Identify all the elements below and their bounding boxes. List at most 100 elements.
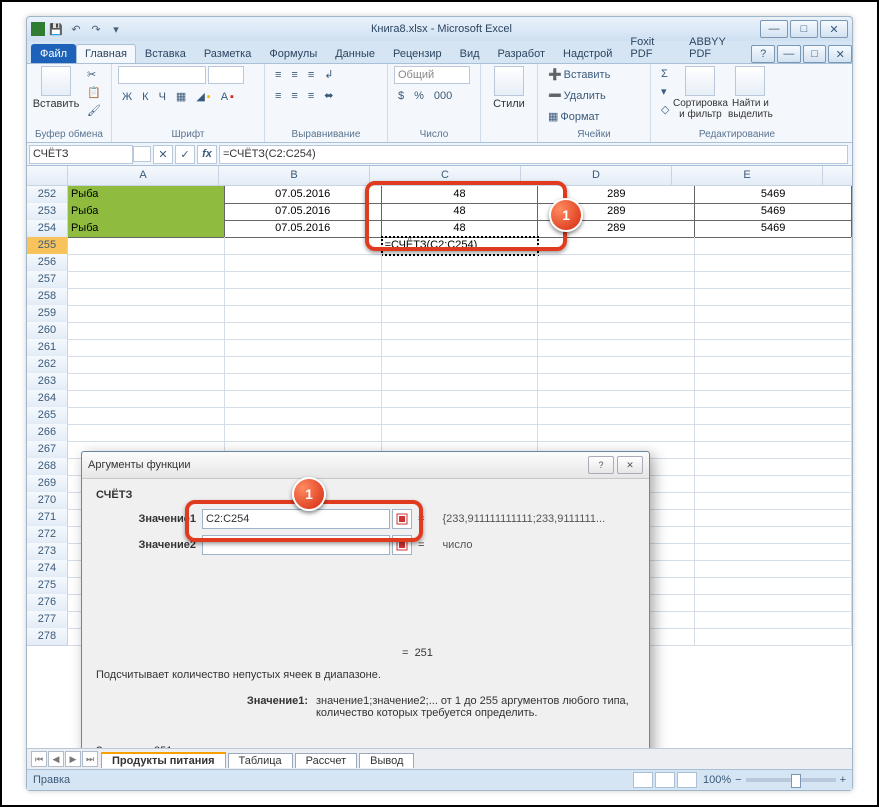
cancel-formula[interactable]: ✕ <box>153 145 173 164</box>
cell[interactable] <box>68 237 225 255</box>
tab-file[interactable]: Файл <box>31 44 76 63</box>
cell[interactable] <box>68 407 225 425</box>
cell[interactable] <box>695 271 852 289</box>
dialog-titlebar[interactable]: Аргументы функции ? ✕ <box>82 452 649 479</box>
fill-button[interactable]: ▾ <box>657 83 671 100</box>
row-header[interactable]: 271 <box>27 509 68 527</box>
underline-button[interactable]: Ч <box>155 89 170 105</box>
cell[interactable] <box>695 594 852 612</box>
enter-formula[interactable]: ✓ <box>175 145 195 164</box>
border-button[interactable]: ▦ <box>172 88 190 105</box>
cell[interactable] <box>382 356 539 374</box>
namebox-dropdown[interactable] <box>133 146 151 162</box>
cell[interactable] <box>225 254 382 272</box>
cell[interactable] <box>382 288 539 306</box>
sheet-nav-first[interactable]: ⏮ <box>31 751 47 767</box>
doc-close[interactable]: ✕ <box>828 45 852 63</box>
tab-foxit[interactable]: Foxit PDF <box>621 32 680 63</box>
formula-input[interactable]: =СЧЁТЗ(C2:C254) <box>219 145 848 164</box>
view-normal[interactable] <box>633 772 653 788</box>
cell[interactable] <box>695 628 852 646</box>
cell[interactable]: Рыба <box>68 203 225 221</box>
zoom-out[interactable]: − <box>735 774 741 786</box>
arg2-input[interactable] <box>202 535 390 555</box>
insert-cells[interactable]: ➕ Вставить <box>544 66 614 83</box>
autosum[interactable]: Σ <box>657 66 672 82</box>
row-header[interactable]: 266 <box>27 424 68 442</box>
cell[interactable] <box>538 322 695 340</box>
qat-save[interactable]: 💾 <box>47 20 65 38</box>
cell[interactable] <box>695 611 852 629</box>
row-header[interactable]: 255 <box>27 237 68 255</box>
app-close[interactable]: ✕ <box>820 20 848 38</box>
zoom-level[interactable]: 100% <box>703 774 731 786</box>
cell[interactable] <box>538 305 695 323</box>
cell[interactable] <box>695 288 852 306</box>
arg2-range-picker[interactable] <box>392 535 412 555</box>
cell[interactable] <box>382 271 539 289</box>
cell[interactable] <box>68 254 225 272</box>
styles-button[interactable]: Стили <box>487 66 531 110</box>
qat-more[interactable]: ▾ <box>107 20 125 38</box>
tab-home[interactable]: Главная <box>76 44 136 63</box>
row-header[interactable]: 272 <box>27 526 68 544</box>
cell[interactable] <box>538 424 695 442</box>
merge-button[interactable]: ⬌ <box>320 87 337 104</box>
cell[interactable]: Рыба <box>68 220 225 238</box>
row-header[interactable]: 253 <box>27 203 68 221</box>
font-color[interactable]: A▪ <box>217 89 238 105</box>
align-left[interactable]: ≡ <box>271 88 285 104</box>
cell[interactable] <box>225 390 382 408</box>
cell[interactable] <box>695 407 852 425</box>
dialog-close[interactable]: ✕ <box>617 456 643 474</box>
tab-addins[interactable]: Надстрой <box>554 44 621 63</box>
cell[interactable] <box>538 373 695 391</box>
cell[interactable] <box>695 322 852 340</box>
align-top[interactable]: ≡ <box>271 67 285 83</box>
cell[interactable] <box>382 254 539 272</box>
cell[interactable] <box>382 424 539 442</box>
tab-view[interactable]: Вид <box>451 44 489 63</box>
tab-developer[interactable]: Разработ <box>489 44 554 63</box>
app-minimize[interactable]: — <box>760 20 788 38</box>
italic-button[interactable]: К <box>138 89 152 105</box>
align-bot[interactable]: ≡ <box>304 67 318 83</box>
cell[interactable]: 289 <box>538 203 695 221</box>
cell[interactable] <box>695 424 852 442</box>
cell[interactable] <box>68 356 225 374</box>
cell[interactable] <box>68 322 225 340</box>
zoom-thumb[interactable] <box>791 774 801 788</box>
cell[interactable] <box>695 254 852 272</box>
dialog-help[interactable]: ? <box>588 456 614 474</box>
cell[interactable] <box>695 475 852 493</box>
ribbon-help[interactable]: ? <box>751 45 775 63</box>
cell[interactable] <box>538 271 695 289</box>
percent[interactable]: % <box>410 88 428 104</box>
row-header[interactable]: 260 <box>27 322 68 340</box>
cell[interactable] <box>382 407 539 425</box>
cell[interactable] <box>225 339 382 357</box>
currency[interactable]: $ <box>394 88 408 104</box>
fx-button[interactable]: fx <box>197 145 217 164</box>
sheet-nav-prev[interactable]: ◀ <box>48 751 64 767</box>
sort-filter[interactable]: Сортировка и фильтр <box>677 66 723 120</box>
cell[interactable] <box>68 305 225 323</box>
view-pagebreak[interactable] <box>677 772 697 788</box>
cell[interactable] <box>695 492 852 510</box>
cell[interactable] <box>695 441 852 459</box>
sheet-nav-next[interactable]: ▶ <box>65 751 81 767</box>
fill-color[interactable]: ◢▪ <box>192 88 214 105</box>
zoom-in[interactable]: + <box>840 774 846 786</box>
wrap-text[interactable]: ↲ <box>320 66 337 83</box>
tab-abbyy[interactable]: ABBYY PDF <box>680 32 749 63</box>
cell[interactable] <box>68 288 225 306</box>
cell[interactable] <box>538 407 695 425</box>
row-header[interactable]: 254 <box>27 220 68 238</box>
cell[interactable] <box>225 271 382 289</box>
row-header[interactable]: 274 <box>27 560 68 578</box>
table-row[interactable]: 252Рыба07.05.2016482895469 <box>27 186 852 203</box>
col-E[interactable]: E <box>672 166 823 185</box>
cell[interactable]: 07.05.2016 <box>225 186 382 204</box>
row-header[interactable]: 270 <box>27 492 68 510</box>
cell[interactable] <box>538 339 695 357</box>
